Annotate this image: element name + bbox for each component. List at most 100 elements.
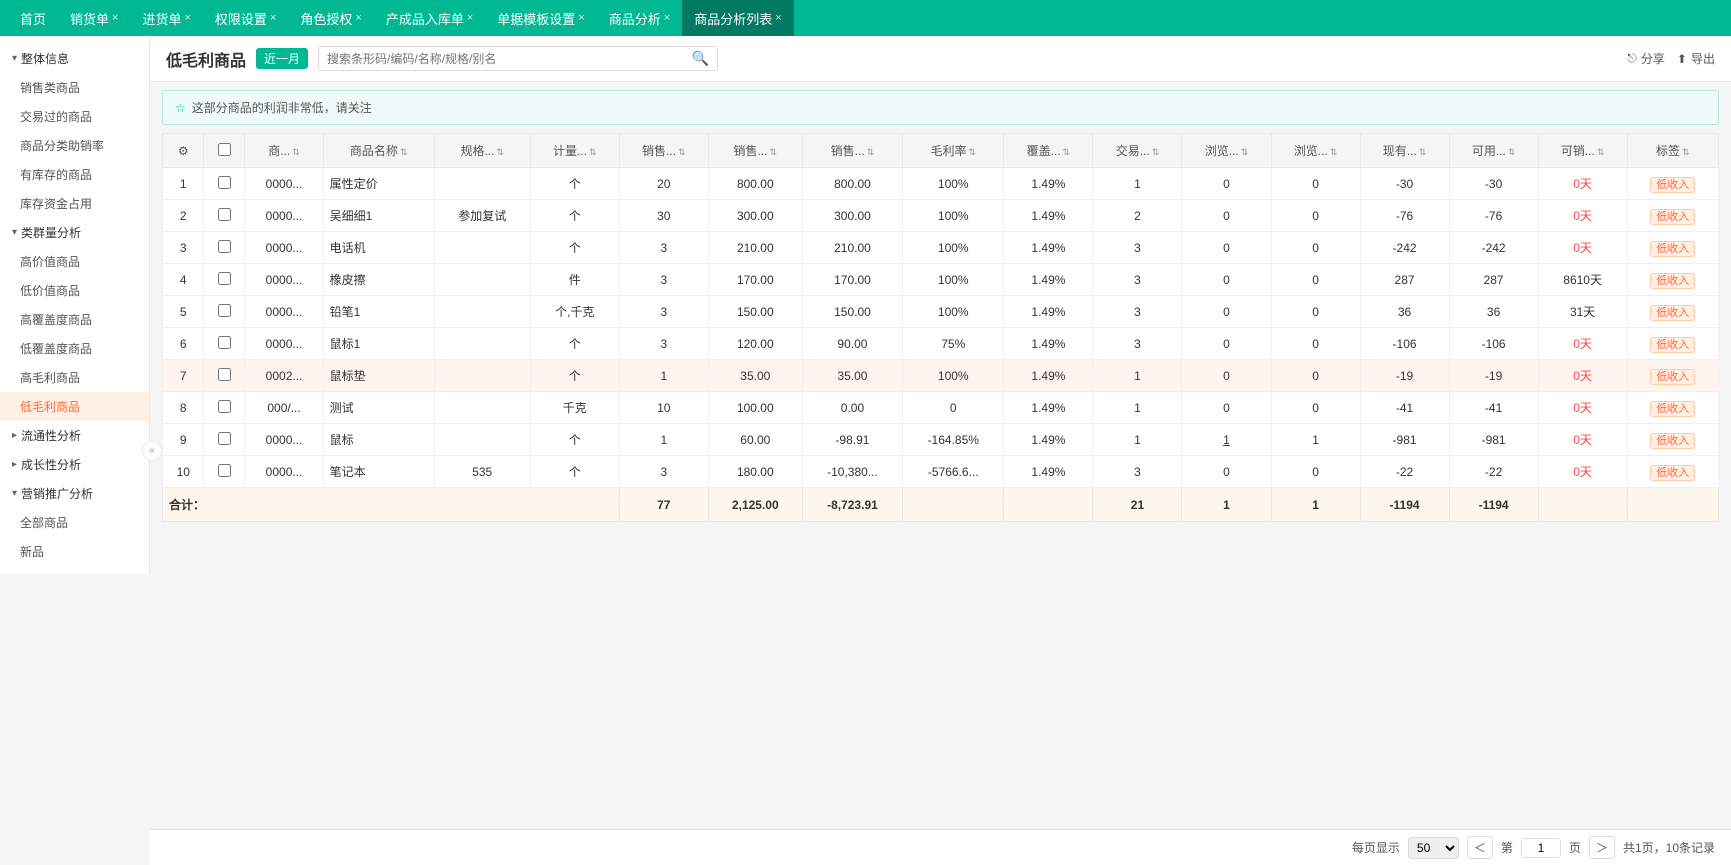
row-sale-price: 180.00 [708, 456, 802, 488]
sidebar-group-group-analysis[interactable]: ▾ 类群量分析 [0, 218, 149, 247]
col-code[interactable]: 商...⇅ [245, 134, 323, 168]
row-select-checkbox[interactable] [218, 400, 231, 413]
sidebar-item-new-goods[interactable]: 新品 [0, 537, 149, 566]
col-unit[interactable]: 计量...⇅ [530, 134, 619, 168]
row-browse-count2: 0 [1271, 232, 1360, 264]
pagination-bar: 每页显示 50 100 200 ＜ 第 页 ＞ 共1页，10条记录 [150, 829, 1731, 865]
col-stock-now[interactable]: 现有...⇅ [1360, 134, 1449, 168]
sidebar-item-stock-goods[interactable]: 有库存的商品 [0, 160, 149, 189]
sidebar-item-low-coverage[interactable]: 低覆盖度商品 [0, 334, 149, 363]
export-icon: ⬆ [1677, 52, 1687, 66]
close-icon[interactable]: × [184, 12, 190, 24]
row-unit: 个,千克 [530, 296, 619, 328]
row-checkbox[interactable] [204, 232, 245, 264]
row-cover-rate: 1.49% [1004, 168, 1093, 200]
row-tag: 低收入 [1627, 360, 1718, 392]
nav-role-auth[interactable]: 角色授权 × [288, 0, 373, 36]
row-checkbox[interactable] [204, 296, 245, 328]
row-select-checkbox[interactable] [218, 464, 231, 477]
sidebar-group-circulation[interactable]: ▸ 流通性分析 [0, 421, 149, 450]
close-icon[interactable]: × [270, 12, 276, 24]
close-icon[interactable]: × [775, 12, 781, 24]
row-select-checkbox[interactable] [218, 240, 231, 253]
row-browse-count[interactable]: 1 [1182, 424, 1271, 456]
nav-product-analysis[interactable]: 商品分析 × [597, 0, 682, 36]
nav-product-stock[interactable]: 产成品入库单 × [374, 0, 485, 36]
col-sale-price[interactable]: 销售...⇅ [708, 134, 802, 168]
col-settings[interactable]: ⚙ [163, 134, 204, 168]
col-sale-qty[interactable]: 销售...⇅ [619, 134, 708, 168]
sidebar-group-marketing[interactable]: ▾ 营销推广分析 [0, 479, 149, 508]
col-sale-profit[interactable]: 销售...⇅ [802, 134, 902, 168]
row-browse-count2: 0 [1271, 360, 1360, 392]
col-browse-count2[interactable]: 浏览...⇅ [1271, 134, 1360, 168]
row-select-checkbox[interactable] [218, 432, 231, 445]
row-checkbox[interactable] [204, 424, 245, 456]
search-input[interactable] [327, 52, 692, 66]
nav-template-settings[interactable]: 单据模板设置 × [485, 0, 596, 36]
sidebar-item-low-value[interactable]: 低价值商品 [0, 276, 149, 305]
close-icon[interactable]: × [578, 12, 584, 24]
row-select-checkbox[interactable] [218, 208, 231, 221]
nav-home[interactable]: 首页 [8, 0, 58, 36]
col-sale-days[interactable]: 可销...⇅ [1538, 134, 1627, 168]
row-trade-count: 1 [1093, 392, 1182, 424]
col-browse-count[interactable]: 浏览...⇅ [1182, 134, 1271, 168]
sidebar-item-category-assist[interactable]: 商品分类助销率 [0, 131, 149, 160]
time-badge[interactable]: 近一月 [256, 48, 308, 69]
row-checkbox[interactable] [204, 456, 245, 488]
row-checkbox[interactable] [204, 264, 245, 296]
sidebar-item-high-value[interactable]: 高价值商品 [0, 247, 149, 276]
row-sale-days: 0天 [1538, 456, 1627, 488]
row-checkbox[interactable] [204, 392, 245, 424]
sidebar-item-stock-capital[interactable]: 库存资金占用 [0, 189, 149, 218]
row-select-checkbox[interactable] [218, 304, 231, 317]
row-select-checkbox[interactable] [218, 176, 231, 189]
row-num: 5 [163, 296, 204, 328]
nav-permission[interactable]: 权限设置 × [203, 0, 288, 36]
col-stock-avail[interactable]: 可用...⇅ [1449, 134, 1538, 168]
nav-purchase-order[interactable]: 进货单 × [130, 0, 202, 36]
close-icon[interactable]: × [112, 12, 118, 24]
prev-page-button[interactable]: ＜ [1467, 836, 1493, 859]
col-checkbox[interactable] [204, 134, 245, 168]
next-page-button[interactable]: ＞ [1589, 836, 1615, 859]
per-page-select[interactable]: 50 100 200 [1408, 837, 1459, 859]
col-cover-rate[interactable]: 覆盖...⇅ [1004, 134, 1093, 168]
sidebar-item-all-goods[interactable]: 全部商品 [0, 508, 149, 537]
col-tag[interactable]: 标签⇅ [1627, 134, 1718, 168]
col-spec[interactable]: 规格...⇅ [434, 134, 530, 168]
close-icon[interactable]: × [355, 12, 361, 24]
sidebar-item-high-coverage[interactable]: 高覆盖度商品 [0, 305, 149, 334]
col-trade-count[interactable]: 交易...⇅ [1093, 134, 1182, 168]
sidebar-item-low-profit[interactable]: 低毛利商品 [0, 392, 149, 421]
sidebar-collapse-button[interactable]: « [142, 441, 162, 461]
row-select-checkbox[interactable] [218, 368, 231, 381]
close-icon[interactable]: × [467, 12, 473, 24]
row-checkbox[interactable] [204, 168, 245, 200]
sidebar-group-overall[interactable]: ▾ 整体信息 [0, 44, 149, 73]
row-cover-rate: 1.49% [1004, 392, 1093, 424]
select-all-checkbox[interactable] [218, 143, 231, 156]
row-checkbox[interactable] [204, 200, 245, 232]
row-select-checkbox[interactable] [218, 272, 231, 285]
share-button[interactable]: ⎋ 分享 [1627, 50, 1665, 67]
close-icon[interactable]: × [664, 12, 670, 24]
sidebar-item-high-profit[interactable]: 高毛利商品 [0, 363, 149, 392]
row-select-checkbox[interactable] [218, 336, 231, 349]
nav-product-analysis-list[interactable]: 商品分析列表 × [682, 0, 793, 36]
search-icon[interactable]: 🔍 [692, 50, 709, 67]
sidebar-group-growth[interactable]: ▸ 成长性分析 [0, 450, 149, 479]
row-code: 0000... [245, 168, 323, 200]
col-gross-rate[interactable]: 毛利率⇅ [903, 134, 1004, 168]
col-name[interactable]: 商品名称⇅ [323, 134, 434, 168]
row-checkbox[interactable] [204, 360, 245, 392]
export-button[interactable]: ⬆ 导出 [1677, 50, 1715, 67]
footer-browse-count: 1 [1182, 488, 1271, 522]
tag-badge: 低收入 [1650, 305, 1695, 321]
page-number-input[interactable] [1521, 838, 1561, 858]
sidebar-item-sales-goods[interactable]: 销售类商品 [0, 73, 149, 102]
row-checkbox[interactable] [204, 328, 245, 360]
nav-sales-order[interactable]: 销货单 × [58, 0, 130, 36]
sidebar-item-traded-goods[interactable]: 交易过的商品 [0, 102, 149, 131]
